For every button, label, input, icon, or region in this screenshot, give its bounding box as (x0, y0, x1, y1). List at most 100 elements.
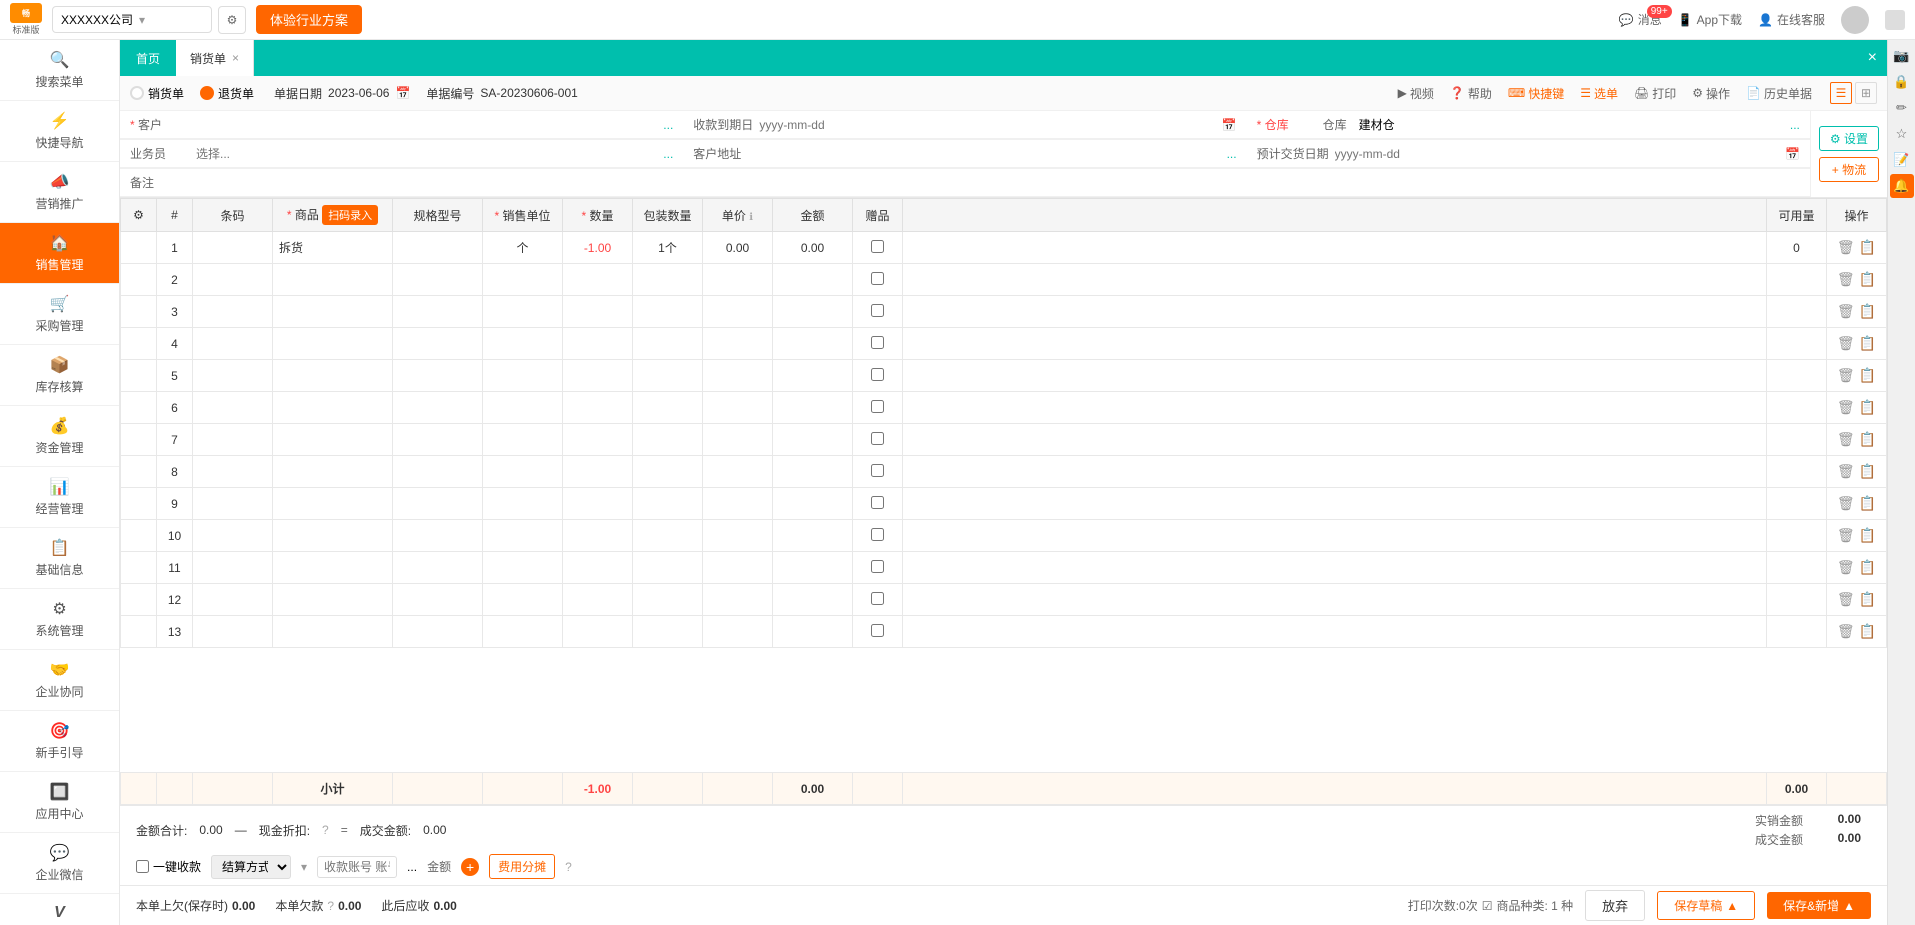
delete-icon-4[interactable]: 🗑 (1837, 367, 1855, 384)
row-price-6[interactable] (703, 424, 773, 456)
row-product-8[interactable] (273, 488, 393, 520)
row-gift-4[interactable] (853, 360, 903, 392)
row-barcode-10[interactable] (193, 552, 273, 584)
row-amount-8[interactable] (773, 488, 853, 520)
copy-icon-12[interactable]: 📋 (1859, 623, 1876, 640)
copy-icon-9[interactable]: 📋 (1859, 527, 1876, 544)
right-panel-star-icon[interactable]: ☆ (1890, 122, 1914, 146)
row-barcode-11[interactable] (193, 584, 273, 616)
gift-checkbox-5[interactable] (871, 400, 884, 413)
row-qty-0[interactable]: -1.00 (563, 232, 633, 264)
row-pkg-9[interactable] (633, 520, 703, 552)
row-barcode-1[interactable] (193, 264, 273, 296)
row-qty-8[interactable] (563, 488, 633, 520)
right-panel-doc-icon[interactable]: 📝 (1890, 148, 1914, 172)
due-date-input[interactable] (759, 118, 1215, 132)
row-qty-5[interactable] (563, 392, 633, 424)
tab-sales-order[interactable]: 销货单 × (176, 40, 254, 76)
payment-method-select[interactable]: 结算方式 (211, 855, 291, 879)
row-price-11[interactable] (703, 584, 773, 616)
row-amount-5[interactable] (773, 392, 853, 424)
row-price-4[interactable] (703, 360, 773, 392)
shortcut-button[interactable]: ⌨ 快捷键 (1504, 83, 1568, 104)
row-barcode-9[interactable] (193, 520, 273, 552)
delete-icon-5[interactable]: 🗑 (1837, 399, 1855, 416)
row-barcode-4[interactable] (193, 360, 273, 392)
row-unit-11[interactable] (483, 584, 563, 616)
grid-view-button[interactable]: ⊞ (1855, 82, 1877, 104)
row-barcode-12[interactable] (193, 616, 273, 648)
row-pkg-3[interactable] (633, 328, 703, 360)
right-panel-lock-icon[interactable]: 🔒 (1890, 70, 1914, 94)
row-pkg-0[interactable]: 1个 (633, 232, 703, 264)
row-qty-4[interactable] (563, 360, 633, 392)
gift-checkbox-11[interactable] (871, 592, 884, 605)
sidebar-item-wechat[interactable]: 💬 企业微信 (0, 833, 119, 894)
gift-checkbox-2[interactable] (871, 304, 884, 317)
row-unit-3[interactable] (483, 328, 563, 360)
delete-icon-0[interactable]: 🗑 (1837, 239, 1855, 256)
sidebar-item-guide[interactable]: 🎯 新手引导 (0, 711, 119, 772)
radio-sales-order[interactable]: 销货单 (130, 85, 184, 102)
row-amount-10[interactable] (773, 552, 853, 584)
row-qty-2[interactable] (563, 296, 633, 328)
row-qty-3[interactable] (563, 328, 633, 360)
row-product-3[interactable] (273, 328, 393, 360)
delete-icon-3[interactable]: 🗑 (1837, 335, 1855, 352)
copy-icon-6[interactable]: 📋 (1859, 431, 1876, 448)
company-selector[interactable]: XXXXXX公司 ▾ (52, 6, 212, 33)
row-product-9[interactable] (273, 520, 393, 552)
row-pkg-2[interactable] (633, 296, 703, 328)
row-pkg-11[interactable] (633, 584, 703, 616)
account-number-input[interactable] (317, 856, 397, 878)
row-barcode-3[interactable] (193, 328, 273, 360)
address-ellipsis[interactable]: ... (1227, 147, 1237, 161)
row-price-10[interactable] (703, 552, 773, 584)
row-product-0[interactable]: 拆货 (273, 232, 393, 264)
row-gift-7[interactable] (853, 456, 903, 488)
gift-checkbox-6[interactable] (871, 432, 884, 445)
row-gift-3[interactable] (853, 328, 903, 360)
row-price-12[interactable] (703, 616, 773, 648)
th-settings[interactable]: ⚙ (121, 199, 157, 232)
history-button[interactable]: 📄 历史单据 (1742, 83, 1816, 104)
row-product-7[interactable] (273, 456, 393, 488)
select-button[interactable]: ☰ 选单 (1576, 83, 1622, 104)
row-spec-10[interactable] (393, 552, 483, 584)
row-gift-2[interactable] (853, 296, 903, 328)
gift-checkbox-8[interactable] (871, 496, 884, 509)
delivery-calendar-icon[interactable]: 📅 (1785, 147, 1800, 161)
remarks-input[interactable] (196, 176, 1800, 190)
gift-checkbox-7[interactable] (871, 464, 884, 477)
sidebar-item-system[interactable]: ⚙ 系统管理 (0, 589, 119, 650)
row-spec-3[interactable] (393, 328, 483, 360)
row-spec-9[interactable] (393, 520, 483, 552)
right-panel-orange-icon[interactable]: 🔔 (1890, 174, 1914, 198)
warehouse-ellipsis[interactable]: ... (1790, 118, 1800, 132)
delete-icon-12[interactable]: 🗑 (1837, 623, 1855, 640)
row-gift-9[interactable] (853, 520, 903, 552)
row-gift-5[interactable] (853, 392, 903, 424)
right-panel-note-icon[interactable]: ✏ (1890, 96, 1914, 120)
column-settings-icon[interactable]: ⚙ (133, 208, 144, 222)
row-barcode-6[interactable] (193, 424, 273, 456)
sidebar-item-collab[interactable]: 🤝 企业协同 (0, 650, 119, 711)
gift-checkbox-4[interactable] (871, 368, 884, 381)
row-spec-6[interactable] (393, 424, 483, 456)
row-amount-3[interactable] (773, 328, 853, 360)
row-spec-4[interactable] (393, 360, 483, 392)
row-gift-10[interactable] (853, 552, 903, 584)
row-amount-4[interactable] (773, 360, 853, 392)
row-qty-9[interactable] (563, 520, 633, 552)
video-button[interactable]: ▶ 视频 (1394, 83, 1438, 104)
row-pkg-6[interactable] (633, 424, 703, 456)
copy-icon-11[interactable]: 📋 (1859, 591, 1876, 608)
discount-help-icon[interactable]: ? (322, 823, 329, 837)
row-price-3[interactable] (703, 328, 773, 360)
row-gift-6[interactable] (853, 424, 903, 456)
row-qty-12[interactable] (563, 616, 633, 648)
delete-icon-1[interactable]: 🗑 (1837, 271, 1855, 288)
price-info-icon[interactable]: ℹ (749, 212, 753, 223)
row-spec-1[interactable] (393, 264, 483, 296)
copy-icon-1[interactable]: 📋 (1859, 271, 1876, 288)
